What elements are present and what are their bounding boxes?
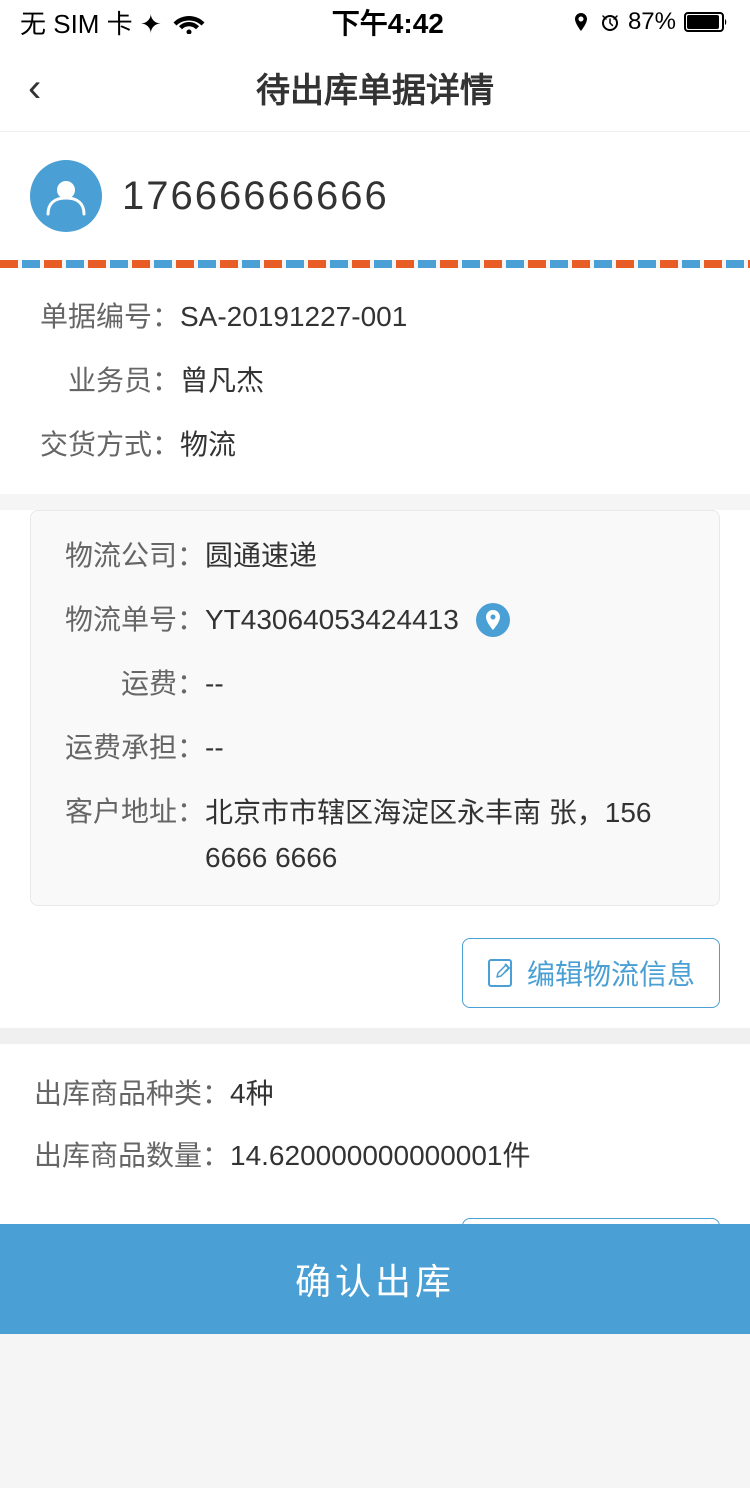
alarm-icon bbox=[600, 12, 620, 32]
order-number-value: SA-20191227-001 bbox=[180, 296, 720, 338]
salesman-label: 业务员： bbox=[30, 360, 180, 402]
edit-logistics-button[interactable]: 编辑物流信息 bbox=[462, 938, 720, 1008]
status-bar: 无 SIM 卡 ✦ 下午4:42 87% bbox=[0, 0, 750, 44]
logistics-tracking-value: YT43064053424413 bbox=[205, 599, 695, 641]
logistics-tracking-label: 物流单号： bbox=[55, 599, 205, 641]
address-row: 客户地址： 北京市市辖区海淀区永丰南 张，156 6666 6666 bbox=[55, 791, 695, 881]
delivery-value: 物流 bbox=[180, 424, 720, 466]
section-divider bbox=[0, 1028, 750, 1044]
phone-number: 17666666666 bbox=[122, 174, 389, 219]
goods-quantity-value: 14.620000000000001件 bbox=[230, 1134, 531, 1174]
edit-btn-row: 编辑物流信息 bbox=[0, 922, 750, 1028]
logistics-card: 物流公司： 圆通速递 物流单号： YT43064053424413 运费： --… bbox=[30, 510, 720, 906]
battery-text: 87% bbox=[628, 8, 676, 36]
logistics-wrapper: 物流公司： 圆通速递 物流单号： YT43064053424413 运费： --… bbox=[0, 510, 750, 1028]
wifi-icon bbox=[172, 10, 206, 34]
dashed-divider bbox=[0, 260, 750, 268]
edit-icon bbox=[487, 958, 517, 988]
logistics-company-row: 物流公司： 圆通速递 bbox=[55, 535, 695, 577]
goods-types-label: 出库商品种类： bbox=[30, 1072, 230, 1112]
header-card: 17666666666 bbox=[0, 132, 750, 260]
battery-icon bbox=[684, 11, 730, 33]
user-icon bbox=[44, 174, 88, 218]
address-label: 客户地址： bbox=[55, 791, 205, 833]
freight-bear-row: 运费承担： -- bbox=[55, 727, 695, 769]
edit-logistics-label: 编辑物流信息 bbox=[527, 953, 695, 993]
nav-bar: ‹ 待出库单据详情 bbox=[0, 44, 750, 132]
confirm-button[interactable]: 确认出库 bbox=[0, 1224, 750, 1334]
goods-types-value: 4种 bbox=[230, 1072, 274, 1112]
bottom-spacer bbox=[0, 1308, 750, 1488]
order-number-label: 单据编号： bbox=[30, 296, 180, 338]
tracking-number-text: YT43064053424413 bbox=[205, 599, 459, 641]
goods-section: 出库商品种类： 4种 出库商品数量： 14.620000000000001件 bbox=[0, 1044, 750, 1202]
status-right: 87% bbox=[570, 8, 730, 36]
salesman-row: 业务员： 曾凡杰 bbox=[30, 360, 720, 402]
freight-bear-value: -- bbox=[205, 727, 695, 769]
logistics-tracking-row: 物流单号： YT43064053424413 bbox=[55, 599, 695, 641]
status-left: 无 SIM 卡 ✦ bbox=[20, 4, 206, 41]
address-value: 北京市市辖区海淀区永丰南 张，156 6666 6666 bbox=[205, 791, 695, 881]
avatar bbox=[30, 160, 102, 232]
logistics-company-value: 圆通速递 bbox=[205, 535, 695, 577]
sim-text: 无 SIM 卡 ✦ bbox=[20, 4, 162, 41]
goods-quantity-label: 出库商品数量： bbox=[30, 1134, 230, 1174]
confirm-button-label: 确认出库 bbox=[295, 1253, 455, 1305]
basic-info-section: 单据编号： SA-20191227-001 业务员： 曾凡杰 交货方式： 物流 bbox=[0, 268, 750, 494]
logistics-company-label: 物流公司： bbox=[55, 535, 205, 577]
location-icon bbox=[570, 11, 592, 33]
back-button[interactable]: ‹ bbox=[28, 68, 41, 108]
tracking-location-icon[interactable] bbox=[475, 602, 511, 638]
freight-row: 运费： -- bbox=[55, 663, 695, 705]
delivery-label: 交货方式： bbox=[30, 424, 180, 466]
goods-quantity-row: 出库商品数量： 14.620000000000001件 bbox=[30, 1134, 720, 1174]
page-title: 待出库单据详情 bbox=[256, 63, 494, 112]
freight-bear-label: 运费承担： bbox=[55, 727, 205, 769]
goods-types-row: 出库商品种类： 4种 bbox=[30, 1072, 720, 1112]
freight-value: -- bbox=[205, 663, 695, 705]
salesman-value: 曾凡杰 bbox=[180, 360, 720, 402]
delivery-row: 交货方式： 物流 bbox=[30, 424, 720, 466]
status-time: 下午4:42 bbox=[332, 2, 444, 42]
freight-label: 运费： bbox=[55, 663, 205, 705]
order-number-row: 单据编号： SA-20191227-001 bbox=[30, 296, 720, 338]
